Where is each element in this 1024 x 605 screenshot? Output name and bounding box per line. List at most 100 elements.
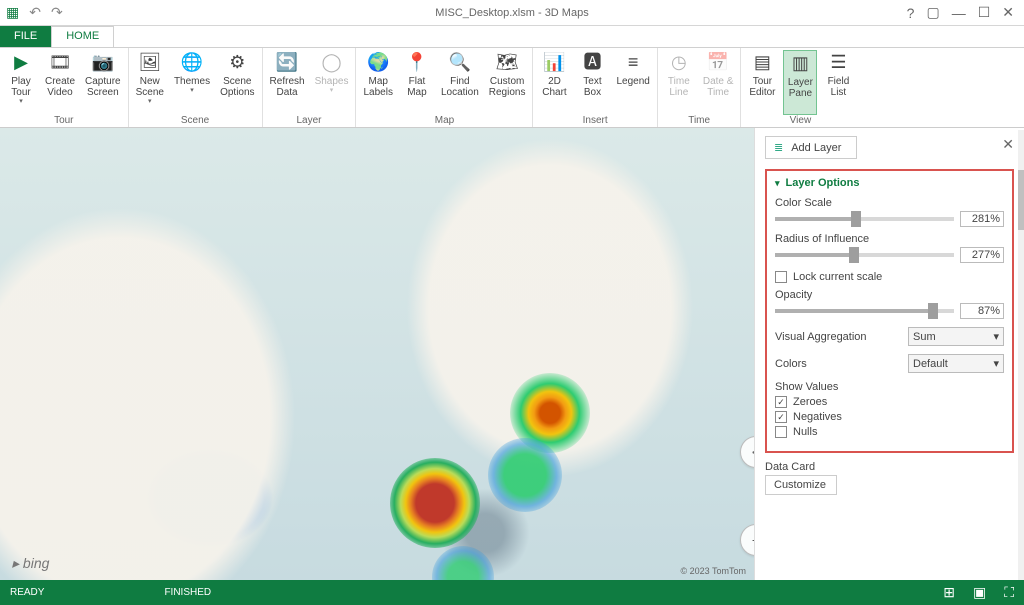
radius-slider[interactable] [775, 253, 954, 257]
lock-scale-checkbox[interactable] [775, 271, 787, 283]
custom-regions-button[interactable]: 🗺Custom Regions [486, 50, 529, 115]
textbox-icon: 🅰 [581, 52, 603, 74]
play-icon: ▶ [10, 52, 32, 74]
ribbon: ▶Play Tour▾ 🎞Create Video 📷Capture Scree… [0, 48, 1024, 128]
status-ready: READY [10, 587, 44, 598]
group-layer: 🔄Refresh Data ◯Shapes▾ Layer [263, 48, 357, 127]
legend-icon: ≡ [622, 52, 644, 74]
radius-value[interactable]: 277% [960, 247, 1004, 263]
layer-pane: ✕ ≣ Add Layer Layer Options Color Scale … [754, 128, 1024, 580]
new-scene-button[interactable]: 🖼New Scene▾ [133, 50, 167, 115]
status-bar: READY FINISHED ⊞ ▣ ⛶ [0, 580, 1024, 605]
radius-label: Radius of Influence [775, 233, 1004, 245]
datetime-button: 📅Date & Time [700, 50, 737, 115]
opacity-slider[interactable] [775, 309, 954, 313]
text-box-button[interactable]: 🅰Text Box [575, 50, 609, 115]
add-layer-label: Add Layer [791, 142, 841, 154]
layer-options-section: Layer Options Color Scale 281% Radius of… [765, 169, 1014, 453]
capture-screen-button[interactable]: 📷Capture Screen [82, 50, 124, 115]
group-label: Scene [133, 115, 258, 127]
group-tour: ▶Play Tour▾ 🎞Create Video 📷Capture Scree… [0, 48, 129, 127]
color-scale-slider[interactable] [775, 217, 954, 221]
scrollbar[interactable] [1018, 130, 1024, 580]
map-terrain [0, 128, 754, 580]
gear-icon: ⚙ [226, 52, 248, 74]
chevron-down-icon: ▾ [993, 330, 999, 343]
group-map: 🌍Map Labels 📍Flat Map 🔍Find Location 🗺Cu… [356, 48, 533, 127]
negatives-label: Negatives [793, 411, 842, 423]
timeline-button: ◷Time Line [662, 50, 696, 115]
play-tour-button[interactable]: ▶Play Tour▾ [4, 50, 38, 115]
negatives-checkbox[interactable]: ✓ [775, 411, 787, 423]
tour-editor-button[interactable]: ▤Tour Editor [745, 50, 779, 115]
opacity-label: Opacity [775, 289, 1004, 301]
nulls-label: Nulls [793, 426, 817, 438]
tab-bar: FILE HOME [0, 26, 1024, 48]
chevron-down-icon: ▾ [330, 87, 334, 95]
map-labels-button[interactable]: 🌍Map Labels [360, 50, 395, 115]
add-layer-button[interactable]: ≣ Add Layer [765, 136, 857, 159]
legend-button[interactable]: ≡Legend [613, 50, 652, 115]
refresh-data-button[interactable]: 🔄Refresh Data [267, 50, 308, 115]
field-list-button[interactable]: ☰Field List [821, 50, 855, 115]
pin-icon: 📍 [406, 52, 428, 74]
create-video-button[interactable]: 🎞Create Video [42, 50, 78, 115]
tab-file[interactable]: FILE [0, 26, 51, 47]
map-view[interactable]: ▸ bing © 2023 TomTom ∧ < > ∨ + − [0, 128, 754, 580]
group-label: Insert [537, 115, 652, 127]
map-attribution: © 2023 TomTom [681, 566, 747, 576]
status-icon[interactable]: ▣ [973, 584, 986, 601]
layer-pane-button[interactable]: ▥Layer Pane [783, 50, 817, 115]
themes-icon: 🌐 [181, 52, 203, 74]
group-label: Map [360, 115, 528, 127]
calendar-icon: 📅 [707, 52, 729, 74]
chart-icon: 📊 [543, 52, 565, 74]
status-icon[interactable]: ⊞ [943, 584, 955, 601]
aggregation-dropdown[interactable]: Sum▾ [908, 327, 1004, 346]
themes-button[interactable]: 🌐Themes▾ [171, 50, 213, 115]
refresh-icon: 🔄 [276, 52, 298, 74]
group-label: Tour [4, 115, 124, 127]
colors-dropdown[interactable]: Default▾ [908, 354, 1004, 373]
new-scene-icon: 🖼 [139, 52, 161, 74]
flat-map-button[interactable]: 📍Flat Map [400, 50, 434, 115]
camera-icon: 📷 [92, 52, 114, 74]
group-label: Layer [267, 115, 352, 127]
find-location-button[interactable]: 🔍Find Location [438, 50, 482, 115]
heatmap-blob [390, 458, 480, 548]
scene-options-button[interactable]: ⚙Scene Options [217, 50, 257, 115]
add-layer-icon: ≣ [774, 141, 783, 154]
pane-icon: ▥ [789, 53, 811, 75]
bing-logo: ▸ bing [12, 555, 49, 572]
zeroes-checkbox[interactable]: ✓ [775, 396, 787, 408]
scrollbar-thumb[interactable] [1018, 170, 1024, 230]
2d-chart-button[interactable]: 📊2D Chart [537, 50, 571, 115]
chevron-down-icon: ▾ [148, 98, 152, 106]
status-icon[interactable]: ⛶ [1004, 584, 1014, 601]
group-label: Time [662, 115, 737, 127]
zeroes-label: Zeroes [793, 396, 827, 408]
group-scene: 🖼New Scene▾ 🌐Themes▾ ⚙Scene Options Scen… [129, 48, 263, 127]
customize-button[interactable]: Customize [765, 475, 837, 495]
group-time: ◷Time Line 📅Date & Time Time [658, 48, 742, 127]
section-header[interactable]: Layer Options [775, 177, 1004, 189]
chevron-down-icon: ▾ [190, 87, 194, 95]
region-icon: 🗺 [496, 52, 518, 74]
chevron-down-icon: ▾ [993, 357, 999, 370]
tab-home[interactable]: HOME [51, 26, 114, 47]
lock-scale-label: Lock current scale [793, 271, 882, 283]
color-scale-value[interactable]: 281% [960, 211, 1004, 227]
colors-label: Colors [775, 358, 807, 370]
video-icon: 🎞 [49, 52, 71, 74]
window-title: MISC_Desktop.xlsm - 3D Maps [0, 7, 1024, 19]
shapes-button: ◯Shapes▾ [312, 50, 352, 115]
opacity-value[interactable]: 87% [960, 303, 1004, 319]
clock-icon: ◷ [668, 52, 690, 74]
group-insert: 📊2D Chart 🅰Text Box ≡Legend Insert [533, 48, 657, 127]
nulls-checkbox[interactable] [775, 426, 787, 438]
data-card-label: Data Card [765, 461, 1014, 473]
color-scale-label: Color Scale [775, 197, 1004, 209]
chevron-down-icon: ▾ [19, 98, 23, 106]
heatmap-blob [488, 438, 562, 512]
close-pane-icon[interactable]: ✕ [1002, 136, 1014, 153]
